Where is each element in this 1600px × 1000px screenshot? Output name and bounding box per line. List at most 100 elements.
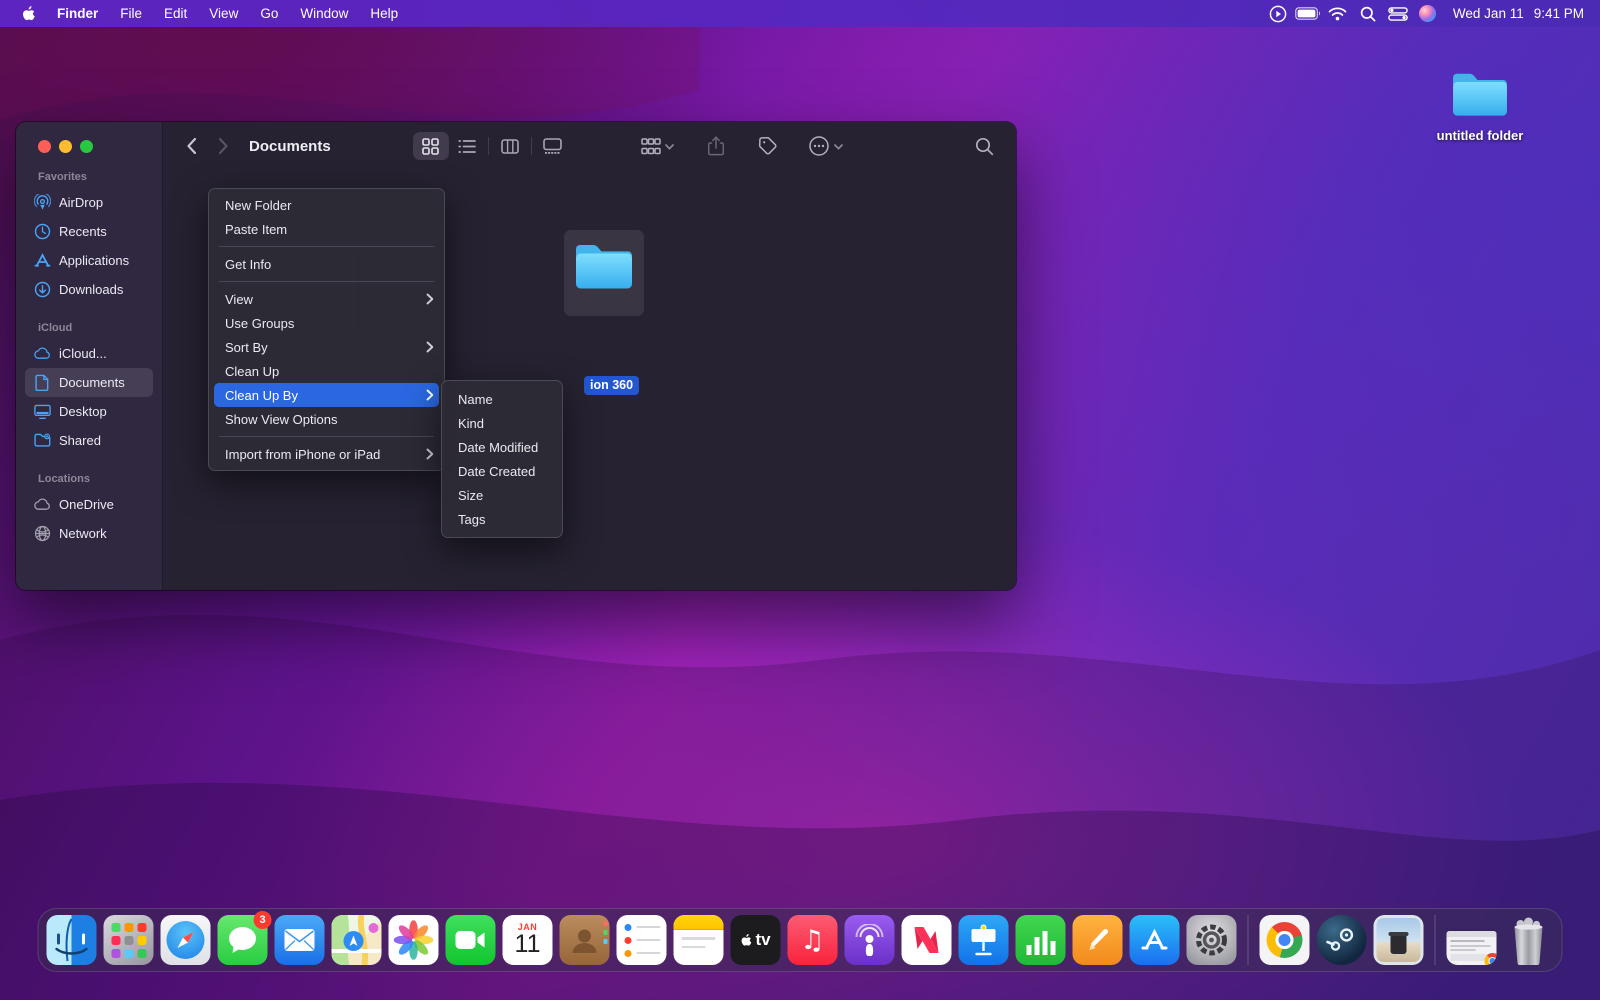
- desktop-untitled-folder[interactable]: untitled folder: [1432, 68, 1528, 143]
- group-by-icon[interactable]: [633, 132, 682, 160]
- dock-icon-numbers[interactable]: [1016, 915, 1066, 965]
- dock: 3 JAN11 tv♫: [38, 908, 1563, 972]
- sidebar-item-desktop[interactable]: Desktop: [25, 397, 153, 426]
- context-menu-item-show-view-options[interactable]: Show View Options: [209, 407, 444, 431]
- dock-icon-messages[interactable]: 3: [218, 915, 268, 965]
- sidebar-item-downloads[interactable]: Downloads: [25, 275, 153, 304]
- dock-icon-notes[interactable]: [674, 915, 724, 965]
- list-view-icon[interactable]: [449, 132, 485, 160]
- dock-icon-appletv[interactable]: tv: [731, 915, 781, 965]
- more-options-icon[interactable]: [800, 132, 851, 160]
- clock-icon: [34, 223, 51, 240]
- tags-icon[interactable]: [750, 132, 786, 160]
- share-icon[interactable]: [700, 132, 732, 160]
- dock-icon-podcasts[interactable]: [845, 915, 895, 965]
- sidebar-section-title: Favorites: [16, 153, 162, 188]
- menu-item-label: Import from iPhone or iPad: [225, 447, 426, 462]
- apple-logo-icon[interactable]: [14, 5, 44, 23]
- sidebar-item-label: Downloads: [59, 282, 123, 297]
- dock-icon-reminders[interactable]: [617, 915, 667, 965]
- sidebar-item-label: iCloud...: [59, 346, 107, 361]
- sidebar-item-shared[interactable]: Shared: [25, 426, 153, 455]
- dock-icon-facetime[interactable]: [446, 915, 496, 965]
- menubar-menu-view[interactable]: View: [198, 0, 249, 27]
- context-menu-item-clean-up-by[interactable]: Clean Up By: [214, 383, 439, 407]
- sidebar-item-icloud[interactable]: iCloud...: [25, 339, 153, 368]
- dock-icon-contacts[interactable]: [560, 915, 610, 965]
- dock-icon-mail[interactable]: [275, 915, 325, 965]
- dock-icon-finder[interactable]: [47, 915, 97, 965]
- context-menu-item-get-info[interactable]: Get Info: [209, 252, 444, 276]
- menu-divider: [219, 436, 434, 437]
- search-icon[interactable]: [967, 132, 1002, 160]
- dock-icon-safari[interactable]: [161, 915, 211, 965]
- dock-icon-music[interactable]: ♫: [788, 915, 838, 965]
- appstore-a-icon: [34, 252, 51, 269]
- notification-badge: 3: [254, 911, 272, 929]
- zoom-window-button[interactable]: [80, 140, 93, 153]
- play-circle-icon[interactable]: [1263, 3, 1293, 25]
- sidebar-item-label: Shared: [59, 433, 101, 448]
- dock-separator: [1435, 915, 1436, 965]
- minimize-window-button[interactable]: [59, 140, 72, 153]
- sidebar-item-network[interactable]: Network: [25, 519, 153, 548]
- forward-button[interactable]: [209, 132, 237, 160]
- sidebar-item-recents[interactable]: Recents: [25, 217, 153, 246]
- submenu-item-date-created[interactable]: Date Created: [442, 459, 562, 483]
- download-icon: [34, 281, 51, 298]
- grid-view-icon[interactable]: [413, 132, 449, 160]
- sidebar-item-applications[interactable]: Applications: [25, 246, 153, 275]
- menubar-menu-window[interactable]: Window: [289, 0, 359, 27]
- context-menu-item-paste-item[interactable]: Paste Item: [209, 217, 444, 241]
- menu-item-label: Get Info: [225, 257, 434, 272]
- dock-icon-pages[interactable]: [1073, 915, 1123, 965]
- dock-icon-systemprefs[interactable]: [1187, 915, 1237, 965]
- menu-item-label: Clean Up: [225, 364, 434, 379]
- dock-icon-keynote[interactable]: [959, 915, 1009, 965]
- menu-item-label: Show View Options: [225, 412, 434, 427]
- context-menu-item-clean-up[interactable]: Clean Up: [209, 359, 444, 383]
- gallery-view-icon[interactable]: [535, 132, 571, 160]
- sidebar-item-airdrop[interactable]: AirDrop: [25, 188, 153, 217]
- submenu-item-size[interactable]: Size: [442, 483, 562, 507]
- dock-icon-photos[interactable]: [389, 915, 439, 965]
- back-button[interactable]: [177, 132, 205, 160]
- dock-icon-minwindow[interactable]: [1447, 915, 1497, 965]
- menubar-menu-go[interactable]: Go: [249, 0, 289, 27]
- dock-icon-chrome[interactable]: [1260, 915, 1310, 965]
- menubar-menu-edit[interactable]: Edit: [153, 0, 198, 27]
- sidebar-item-documents[interactable]: Documents: [25, 368, 153, 397]
- menubar-menu-file[interactable]: File: [109, 0, 153, 27]
- siri-icon[interactable]: [1413, 3, 1443, 25]
- dock-icon-appstore[interactable]: [1130, 915, 1180, 965]
- dock-icon-calendar[interactable]: JAN11: [503, 915, 553, 965]
- dock-icon-launchpad[interactable]: [104, 915, 154, 965]
- context-menu-item-sort-by[interactable]: Sort By: [209, 335, 444, 359]
- menubar-menu-help[interactable]: Help: [359, 0, 409, 27]
- sidebar-item-label: Documents: [59, 375, 125, 390]
- context-menu-item-view[interactable]: View: [209, 287, 444, 311]
- sidebar-item-onedrive[interactable]: OneDrive: [25, 490, 153, 519]
- wifi-icon[interactable]: [1323, 3, 1353, 25]
- submenu-item-date-modified[interactable]: Date Modified: [442, 435, 562, 459]
- submenu-item-kind[interactable]: Kind: [442, 411, 562, 435]
- spotlight-search-icon[interactable]: [1353, 3, 1383, 25]
- dock-icon-maps[interactable]: [332, 915, 382, 965]
- dock-icon-steam[interactable]: [1317, 915, 1367, 965]
- context-menu-item-import-from-iphone-or-ipad[interactable]: Import from iPhone or iPad: [209, 442, 444, 466]
- context-menu-item-use-groups[interactable]: Use Groups: [209, 311, 444, 335]
- dock-icon-imageapp[interactable]: [1374, 915, 1424, 965]
- submenu-item-name[interactable]: Name: [442, 387, 562, 411]
- columns-view-icon[interactable]: [492, 132, 528, 160]
- dock-icon-news[interactable]: [902, 915, 952, 965]
- submenu-item-tags[interactable]: Tags: [442, 507, 562, 531]
- menu-item-label: Kind: [458, 416, 552, 431]
- close-window-button[interactable]: [38, 140, 51, 153]
- dock-icon-trash[interactable]: [1504, 915, 1554, 965]
- view-mode-switcher: [413, 132, 571, 160]
- menubar-menu-finder[interactable]: Finder: [46, 0, 109, 27]
- menu-bar-clock[interactable]: Wed Jan 11 9:41 PM: [1453, 6, 1584, 21]
- context-menu-item-new-folder[interactable]: New Folder: [209, 193, 444, 217]
- control-center-icon[interactable]: [1383, 3, 1413, 25]
- battery-icon[interactable]: [1293, 3, 1323, 25]
